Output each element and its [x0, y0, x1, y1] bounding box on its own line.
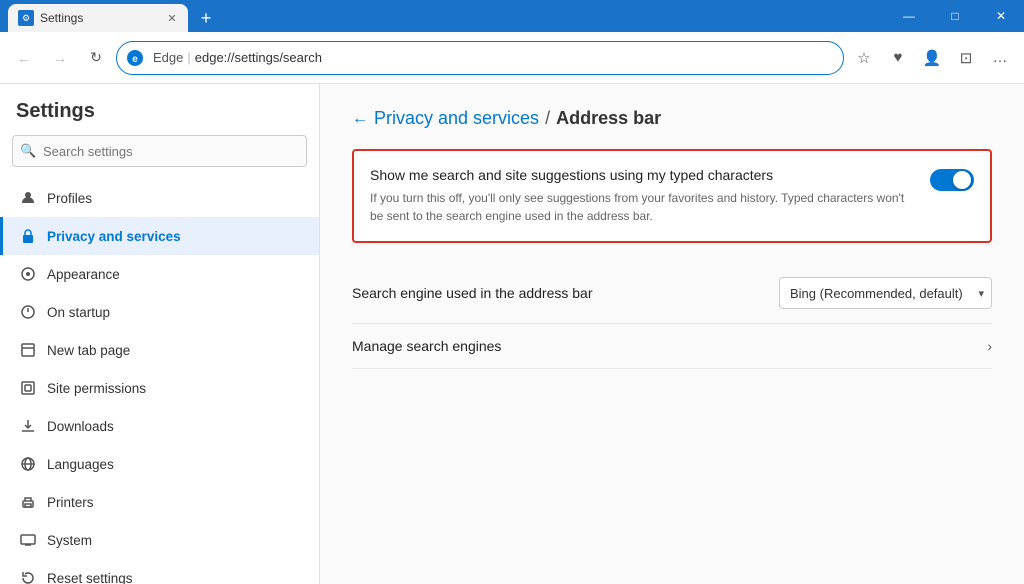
sidebar-item-label: Profiles: [47, 191, 92, 206]
content-area: ← Privacy and services / Address bar Sho…: [320, 84, 1024, 584]
sidebar-search-input[interactable]: [12, 135, 307, 167]
sidebar-item-label: Appearance: [47, 267, 120, 282]
sidebar-item-label: Site permissions: [47, 381, 146, 396]
titlebar: ⚙ Settings ✕ + — □ ✕: [0, 0, 1024, 32]
appearance-icon: [19, 265, 37, 283]
sidebar-item-downloads[interactable]: Downloads: [0, 407, 319, 445]
window-controls: — □ ✕: [886, 0, 1024, 32]
sidebar-item-label: New tab page: [47, 343, 130, 358]
sidebar-item-printers[interactable]: Printers: [0, 483, 319, 521]
forward-button[interactable]: →: [44, 42, 76, 74]
url-text: edge://settings/search: [195, 41, 322, 75]
printers-icon: [19, 493, 37, 511]
search-engine-label: Search engine used in the address bar: [352, 285, 593, 301]
sidebar-item-label: On startup: [47, 305, 110, 320]
sidebar-item-system[interactable]: System: [0, 521, 319, 559]
suggestions-toggle-card: Show me search and site suggestions usin…: [352, 149, 992, 243]
toggle-knob: [953, 171, 971, 189]
back-button[interactable]: ←: [8, 42, 40, 74]
minimize-button[interactable]: —: [886, 0, 932, 32]
profile-button[interactable]: 👤: [916, 42, 948, 74]
profiles-icon: [19, 189, 37, 207]
tab-bar: ⚙ Settings ✕ +: [8, 0, 886, 32]
suggestions-toggle-switch[interactable]: [930, 169, 974, 191]
share-icon[interactable]: ⊡: [950, 42, 982, 74]
sidebar-item-languages[interactable]: Languages: [0, 445, 319, 483]
privacy-icon: [19, 227, 37, 245]
new-tab-button[interactable]: +: [192, 4, 220, 32]
addressbar: ← → ↻ e Edge | edge://settings/search ☆ …: [0, 32, 1024, 84]
breadcrumb-separator: /: [545, 108, 550, 129]
breadcrumb-current: Address bar: [556, 108, 661, 129]
toggle-card-content: Show me search and site suggestions usin…: [370, 167, 918, 225]
search-engine-dropdown-wrapper: Bing (Recommended, default) ▾: [779, 277, 992, 309]
address-icons: ☆ ♥ 👤 ⊡ …: [848, 42, 1016, 74]
languages-icon: [19, 455, 37, 473]
sidebar-item-label: Downloads: [47, 419, 114, 434]
edge-label: Edge: [153, 41, 183, 75]
sidebar-item-label: Languages: [47, 457, 114, 472]
newtab-icon: [19, 341, 37, 359]
toggle-description: If you turn this off, you'll only see su…: [370, 189, 918, 225]
sidebar-item-resetsettings[interactable]: Reset settings: [0, 559, 319, 584]
manage-engines-label: Manage search engines: [352, 338, 501, 354]
onstartup-icon: [19, 303, 37, 321]
search-engine-row: Search engine used in the address bar Bi…: [352, 263, 992, 324]
manage-engines-row[interactable]: Manage search engines ›: [352, 324, 992, 369]
maximize-button[interactable]: □: [932, 0, 978, 32]
chevron-right-icon: ›: [987, 338, 992, 354]
address-input[interactable]: Edge | edge://settings/search: [116, 41, 844, 75]
sidebar-item-privacy[interactable]: Privacy and services: [0, 217, 319, 255]
sitepermissions-icon: [19, 379, 37, 397]
sidebar-item-label: System: [47, 533, 92, 548]
reload-button[interactable]: ↻: [80, 42, 112, 74]
address-bar-wrapper: e Edge | edge://settings/search: [116, 41, 844, 75]
main-layout: Settings 🔍 Profiles Privacy and services…: [0, 84, 1024, 584]
sidebar-title: Settings: [0, 100, 319, 135]
close-window-button[interactable]: ✕: [978, 0, 1024, 32]
favorites-star-icon[interactable]: ☆: [848, 42, 880, 74]
sidebar-item-profiles[interactable]: Profiles: [0, 179, 319, 217]
system-icon: [19, 531, 37, 549]
sidebar-item-sitepermissions[interactable]: Site permissions: [0, 369, 319, 407]
sidebar-item-newtab[interactable]: New tab page: [0, 331, 319, 369]
edge-logo-icon: e: [126, 49, 144, 67]
sidebar-search-icon: 🔍: [20, 143, 36, 159]
breadcrumb-link[interactable]: Privacy and services: [374, 108, 539, 129]
collections-icon[interactable]: ♥: [882, 42, 914, 74]
breadcrumb: ← Privacy and services / Address bar: [352, 108, 992, 129]
sidebar-item-label: Reset settings: [47, 571, 133, 584]
toggle-title: Show me search and site suggestions usin…: [370, 167, 918, 183]
sidebar-search-box: 🔍: [12, 135, 307, 167]
sidebar-item-onstartup[interactable]: On startup: [0, 293, 319, 331]
sidebar-item-label: Privacy and services: [47, 229, 181, 244]
resetsettings-icon: [19, 569, 37, 584]
sidebar: Settings 🔍 Profiles Privacy and services…: [0, 84, 320, 584]
sidebar-item-appearance[interactable]: Appearance: [0, 255, 319, 293]
tab-favicon-icon: ⚙: [18, 10, 34, 26]
settings-tab[interactable]: ⚙ Settings ✕: [8, 4, 188, 32]
downloads-icon: [19, 417, 37, 435]
svg-text:e: e: [132, 54, 138, 65]
sidebar-item-label: Printers: [47, 495, 94, 510]
search-engine-select[interactable]: Bing (Recommended, default): [779, 277, 992, 309]
more-button[interactable]: …: [984, 42, 1016, 74]
tab-title: Settings: [40, 11, 158, 25]
breadcrumb-back-button[interactable]: ←: [352, 110, 368, 128]
tab-close-button[interactable]: ✕: [164, 10, 180, 26]
